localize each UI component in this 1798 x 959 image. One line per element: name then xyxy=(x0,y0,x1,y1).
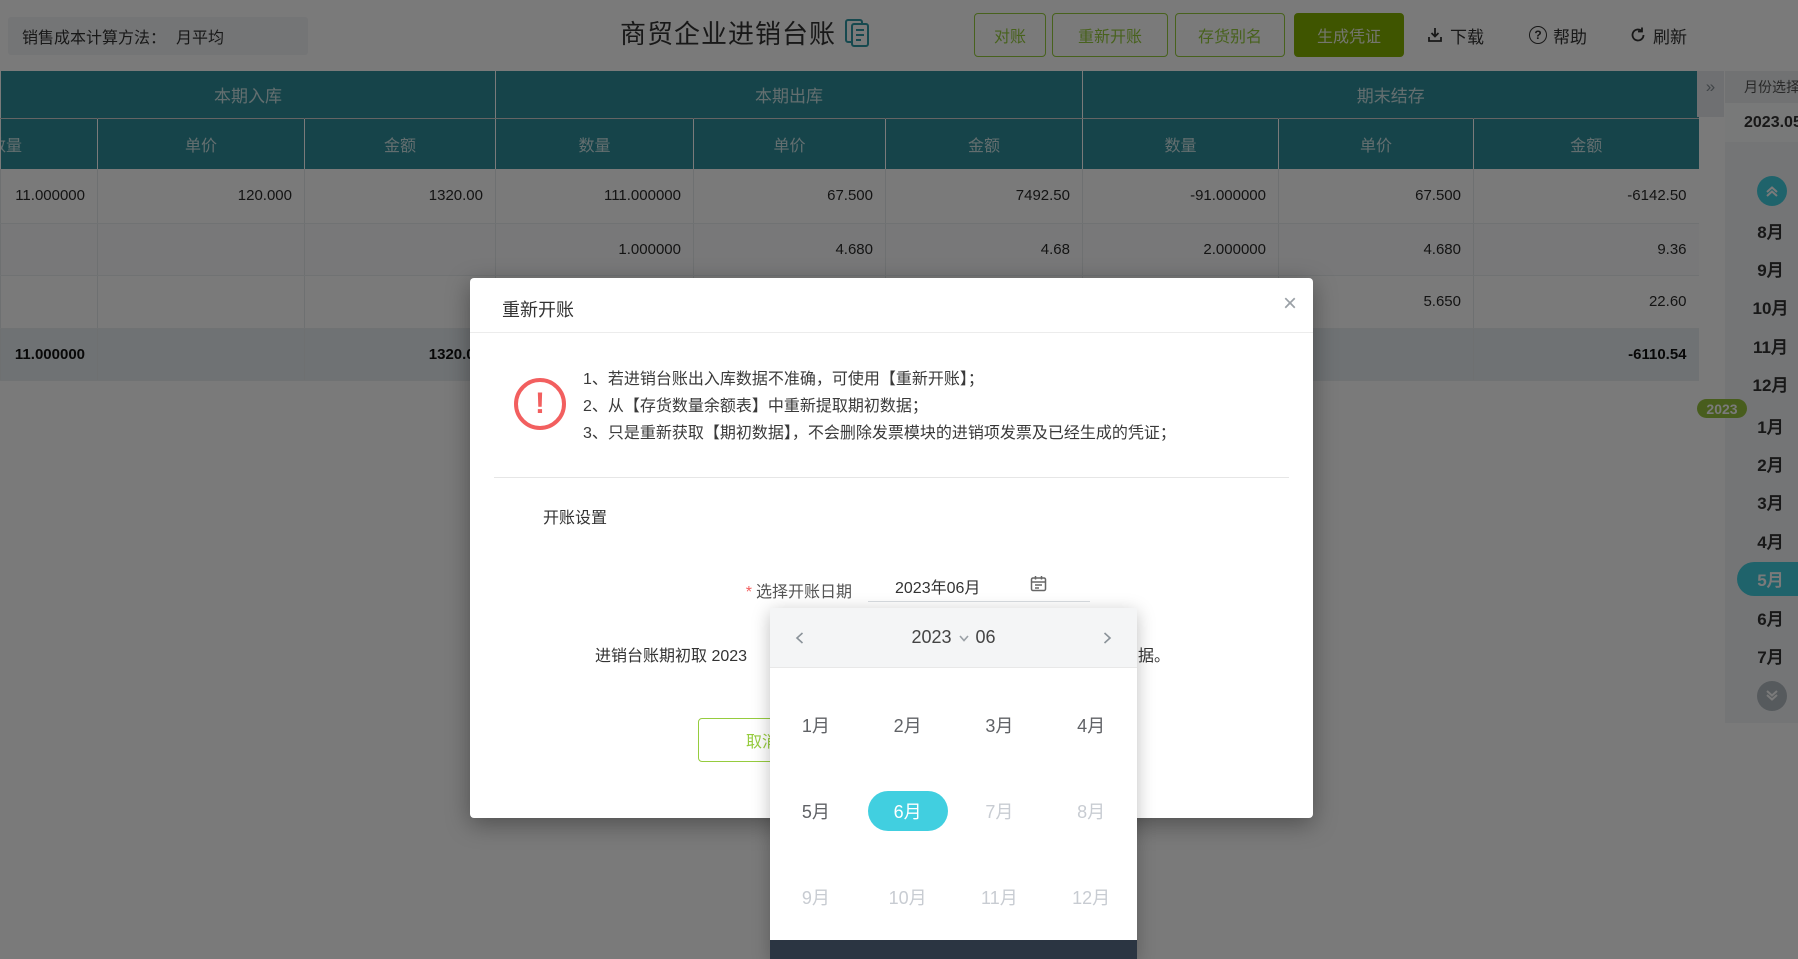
picker-month-apr[interactable]: 4月 xyxy=(1045,682,1137,768)
app-screen: 销售成本计算方法： 月平均 商贸企业进销台账 对账 重新开账 存货别名 生成凭证 xyxy=(0,0,1798,959)
picker-month: 06 xyxy=(975,627,996,647)
picker-month-may[interactable]: 5月 xyxy=(770,768,862,854)
note-line-3: 3、只是重新获取【期初数据】，不会删除发票模块的进销项发票及已经生成的凭证； xyxy=(583,425,1176,442)
calendar-icon xyxy=(1030,575,1047,592)
warning-icon: ! xyxy=(514,378,566,430)
dialog-title-divider xyxy=(470,332,1313,333)
prev-year-arrow-icon[interactable] xyxy=(788,626,812,650)
picker-month-jul: 7月 xyxy=(985,802,1014,822)
picker-month-oct: 10月 xyxy=(888,888,927,908)
open-date-input[interactable]: 2023年06月 xyxy=(868,568,1090,602)
dialog-notes: 1、若进销台账出入库数据不准确，可使用【重新开账】； 2、从【存货数量余额表】中… xyxy=(583,366,1176,447)
picker-month-aug: 8月 xyxy=(1077,802,1106,822)
month-picker-popup: 2023 06 1月 2月 3月 4月 5月 6月 7月 8月 9月 10月 1… xyxy=(770,608,1137,959)
dialog-section-divider xyxy=(494,477,1289,478)
close-icon[interactable]: × xyxy=(1283,292,1297,316)
section-title: 开账设置 xyxy=(543,510,608,527)
hint-text-suffix: 据。 xyxy=(1138,648,1171,665)
picker-month-dec: 12月 xyxy=(1072,888,1111,908)
open-date-value: 2023年06月 xyxy=(895,580,981,597)
note-line-1: 1、若进销台账出入库数据不准确，可使用【重新开账】； xyxy=(583,371,984,388)
picker-month-jan[interactable]: 1月 xyxy=(770,682,862,768)
required-asterisk: * xyxy=(745,584,752,601)
selected-month-pill: 6月 xyxy=(867,791,948,831)
next-year-arrow-icon[interactable] xyxy=(1095,626,1119,650)
picker-month-nov: 11月 xyxy=(981,888,1018,908)
picker-month-jun-selected[interactable]: 6月 xyxy=(862,768,954,854)
dialog-title: 重新开账 xyxy=(502,300,574,320)
picker-month-feb[interactable]: 2月 xyxy=(862,682,954,768)
chevron-down-icon xyxy=(958,632,970,644)
picker-footer-bar xyxy=(770,940,1137,959)
picker-month-grid: 1月 2月 3月 4月 5月 6月 7月 8月 9月 10月 11月 12月 xyxy=(770,682,1137,940)
picker-month-sep: 9月 xyxy=(801,888,830,908)
picker-header: 2023 06 xyxy=(770,608,1137,668)
picker-month-mar[interactable]: 3月 xyxy=(954,682,1046,768)
picker-year[interactable]: 2023 xyxy=(911,627,951,648)
hint-text-prefix: 进销台账期初取 2023 xyxy=(595,648,748,665)
date-field-label: * 选择开账日期 xyxy=(745,584,852,601)
note-line-2: 2、从【存货数量余额表】中重新提取期初数据； xyxy=(583,398,928,415)
